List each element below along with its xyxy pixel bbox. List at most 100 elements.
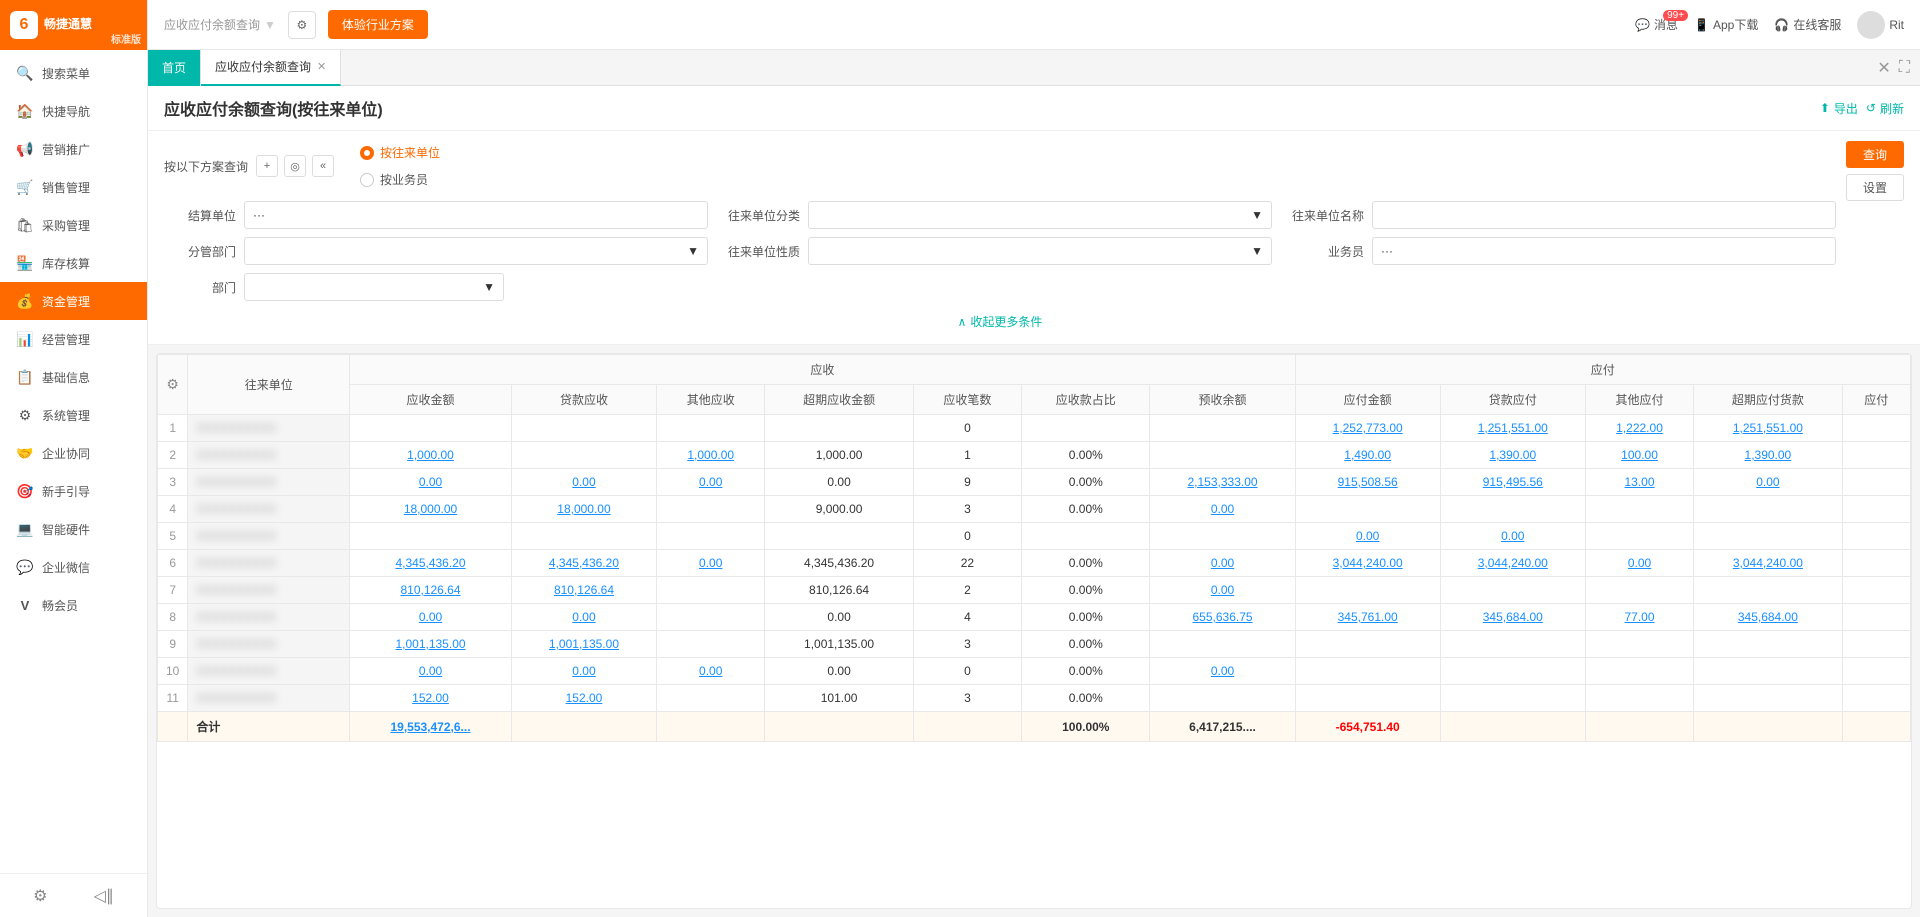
collapse-filter-btn[interactable]: ∧ 收起更多条件: [164, 309, 1836, 334]
filter-row-1: 结算单位 ··· 往来单位分类 ▼: [164, 201, 1836, 229]
th-settings[interactable]: ⚙: [158, 355, 188, 415]
refresh-button[interactable]: ↺ 刷新: [1866, 100, 1904, 117]
salesman-label: 业务员: [1292, 243, 1372, 260]
sidebar-item-finance[interactable]: 💰 资金管理: [0, 282, 147, 320]
search-icon: 🔍: [16, 64, 34, 82]
sidebar-label-wechat: 企业微信: [42, 559, 90, 576]
tab-close-btn[interactable]: ✕: [317, 60, 326, 73]
sidebar-item-hardware[interactable]: 💻 智能硬件: [0, 510, 147, 548]
download-icon: 📱: [1694, 18, 1709, 32]
sidebar-item-sales[interactable]: 🛒 销售管理: [0, 168, 147, 206]
sidebar-label-basic: 基础信息: [42, 369, 90, 386]
th-group-ap: 应付: [1295, 355, 1910, 385]
sidebar-label-finance: 资金管理: [42, 293, 90, 310]
th-ap-overdue: 超期应付货款: [1694, 385, 1842, 415]
sidebar-settings-btn[interactable]: ⚙: [33, 886, 47, 906]
sidebar-item-basic[interactable]: 📋 基础信息: [0, 358, 147, 396]
th-ar-advance: 预收余额: [1150, 385, 1295, 415]
sidebar-item-marketing[interactable]: 📢 营销推广: [0, 130, 147, 168]
sidebar-item-collab[interactable]: 🤝 企业协同: [0, 434, 147, 472]
settlement-label: 结算单位: [164, 207, 244, 224]
table-row: 7XXXXXXXXXX810,126.64810,126.64810,126.6…: [158, 577, 1911, 604]
salesman-input[interactable]: ···: [1372, 237, 1836, 265]
online-service-btn[interactable]: 🎧 在线客服: [1774, 16, 1841, 33]
app-download-btn[interactable]: 📱 App下载: [1694, 16, 1758, 33]
th-ar-amount: 应收金额: [350, 385, 512, 415]
partner-name-cell: XXXXXXXXXX: [188, 442, 350, 469]
topbar-gear-btn[interactable]: ⚙: [288, 11, 316, 39]
message-icon: 💬: [1635, 18, 1650, 32]
export-button[interactable]: ⬆ 导出: [1820, 100, 1858, 117]
th-ar-ratio: 应收款占比: [1022, 385, 1150, 415]
sidebar-label-marketing: 营销推广: [42, 141, 90, 158]
sidebar-label-hardware: 智能硬件: [42, 521, 90, 538]
division-input[interactable]: ▼: [244, 237, 708, 265]
sidebar-item-member[interactable]: V 畅会员: [0, 586, 147, 624]
scheme-settings-btn[interactable]: ◎: [284, 155, 306, 177]
inventory-icon: 🏪: [16, 254, 34, 272]
sidebar-item-operations[interactable]: 📊 经营管理: [0, 320, 147, 358]
basic-icon: 📋: [16, 368, 34, 386]
sidebar-item-purchase[interactable]: 🛍 采购管理: [0, 206, 147, 244]
partner-name-cell: XXXXXXXXXX: [188, 523, 350, 550]
scheme-add-btn[interactable]: +: [256, 155, 278, 177]
partner-name-label: 往来单位名称: [1292, 207, 1372, 224]
filter-settings-button[interactable]: 设置: [1846, 174, 1904, 201]
query-button[interactable]: 查询: [1846, 141, 1904, 168]
settlement-input[interactable]: ···: [244, 201, 708, 229]
scheme-option-dot-active: [360, 146, 374, 160]
sidebar-item-quicknav[interactable]: 🏠 快捷导航: [0, 92, 147, 130]
scheme-collapse-btn[interactable]: «: [312, 155, 334, 177]
tab-expand-btn[interactable]: ⛶: [1899, 59, 1910, 77]
th-ar-count: 应收笔数: [913, 385, 1021, 415]
filter-area: 按以下方案查询 + ◎ « 按往来单位: [148, 131, 1920, 345]
breadcrumb-arrow: ▼: [264, 18, 276, 32]
department-input[interactable]: ▼: [244, 273, 504, 301]
department-label: 部门: [164, 279, 244, 296]
scheme-label: 按以下方案查询: [164, 158, 248, 175]
partner-nature-input[interactable]: ▼: [808, 237, 1272, 265]
cta-button[interactable]: 体验行业方案: [328, 10, 428, 39]
page-title: 应收应付余额查询(按往来单位): [164, 96, 383, 120]
partner-name-cell: XXXXXXXXXX: [188, 604, 350, 631]
partner-cat-input[interactable]: ▼: [808, 201, 1272, 229]
main-content: 应收应付余额查询 ▼ ⚙ 体验行业方案 💬 消息 99+ 📱 App下载 🎧 在…: [148, 0, 1920, 917]
total-ar-amount[interactable]: 19,553,472,6...: [350, 712, 512, 742]
partner-name-input[interactable]: [1372, 201, 1836, 229]
sidebar-item-wechat[interactable]: 💬 企业微信: [0, 548, 147, 586]
scheme-option-partner[interactable]: 按往来单位: [352, 141, 448, 164]
breadcrumb: 应收应付余额查询 ▼: [164, 16, 276, 33]
th-ap-other: 其他应付: [1585, 385, 1693, 415]
total-ap-loan: [1440, 712, 1585, 742]
sidebar-collapse-btn[interactable]: ◁∥: [94, 886, 114, 906]
filter-field-salesman: 业务员 ···: [1292, 237, 1836, 265]
sidebar-item-newbie[interactable]: 🎯 新手引导: [0, 472, 147, 510]
scheme-option-salesman[interactable]: 按业务员: [352, 168, 448, 191]
tab-home-label: 首页: [162, 59, 186, 76]
tab-home[interactable]: 首页: [148, 50, 201, 86]
user-name: Rit: [1889, 18, 1904, 32]
scheme-option-dot-inactive: [360, 173, 374, 187]
message-badge: 99+: [1663, 10, 1688, 21]
filter-field-partner-nature: 往来单位性质 ▼: [728, 237, 1272, 265]
sidebar-item-search[interactable]: 🔍 搜索菜单: [0, 54, 147, 92]
sales-icon: 🛒: [16, 178, 34, 196]
scheme-option-salesman-label: 按业务员: [380, 171, 428, 188]
th-ar-loan: 贷款应收: [511, 385, 656, 415]
message-btn[interactable]: 💬 消息 99+: [1635, 16, 1678, 33]
total-no: [158, 712, 188, 742]
th-group-ar: 应收: [350, 355, 1295, 385]
total-ar-ratio: 100.00%: [1022, 712, 1150, 742]
tab-arquery[interactable]: 应收应付余额查询 ✕: [201, 50, 341, 86]
filter-row-3: 部门 ▼: [164, 273, 1836, 301]
user-menu-btn[interactable]: Rit: [1857, 11, 1904, 39]
sidebar-item-inventory[interactable]: 🏪 库存核算: [0, 244, 147, 282]
tab-close-window-btn[interactable]: ✕: [1877, 58, 1890, 78]
system-icon: ⚙: [16, 406, 34, 424]
partner-name-cell: XXXXXXXXXX: [188, 658, 350, 685]
sidebar-item-system[interactable]: ⚙ 系统管理: [0, 396, 147, 434]
newbie-icon: 🎯: [16, 482, 34, 500]
topbar: 应收应付余额查询 ▼ ⚙ 体验行业方案 💬 消息 99+ 📱 App下载 🎧 在…: [148, 0, 1920, 50]
partner-name-cell: XXXXXXXXXX: [188, 685, 350, 712]
online-service-label: 在线客服: [1793, 16, 1841, 33]
